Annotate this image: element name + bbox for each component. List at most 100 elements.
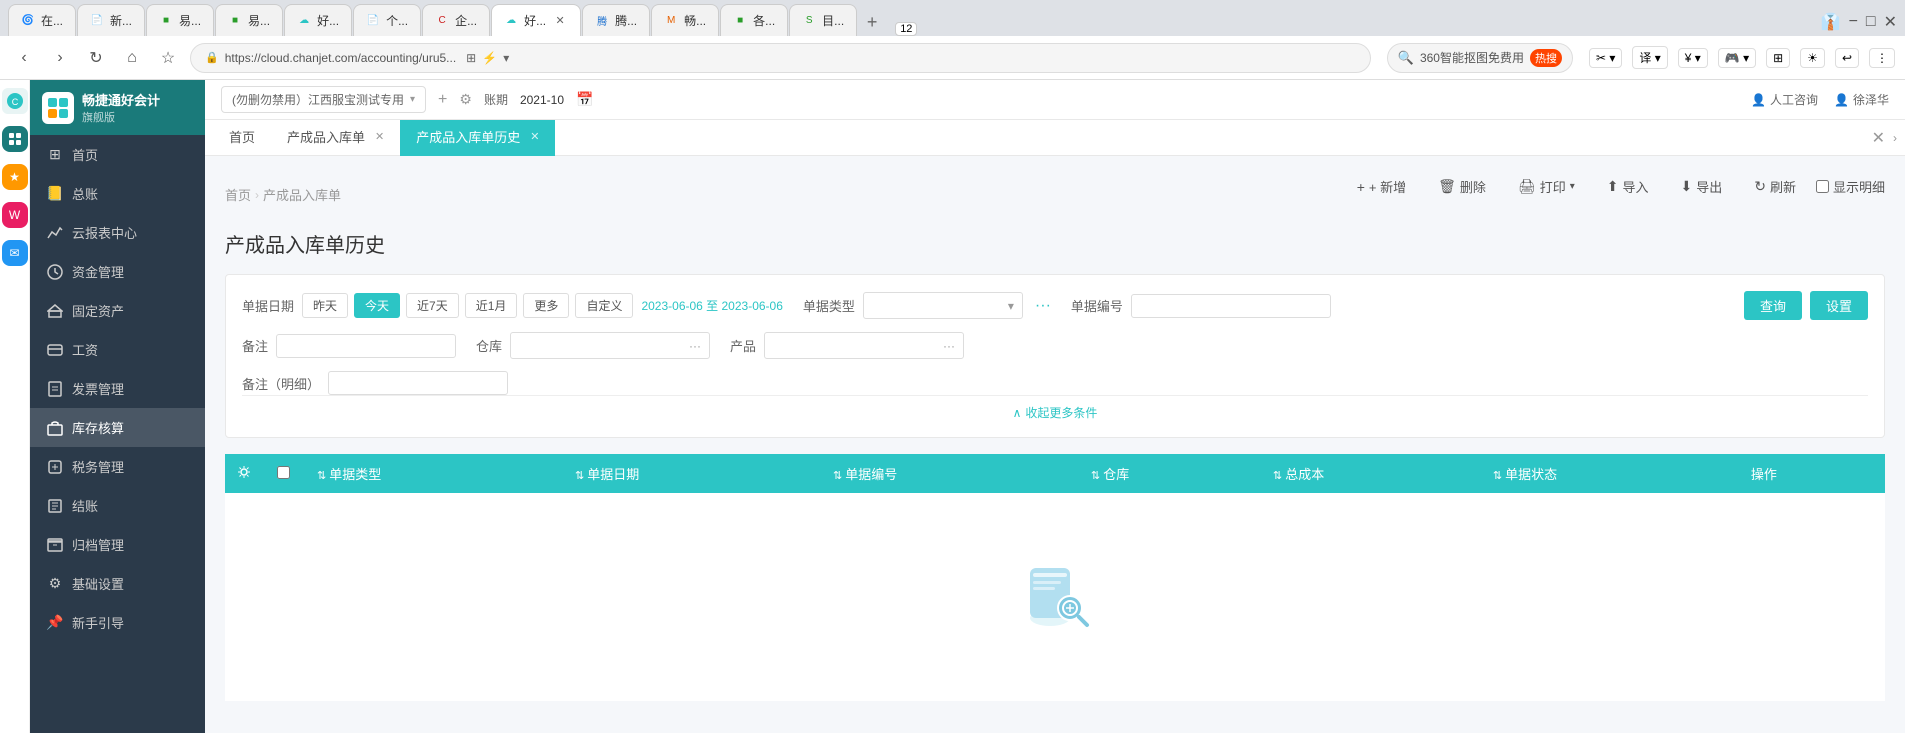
maximize-icon[interactable]: □ bbox=[1866, 13, 1876, 31]
browser-tab-2[interactable]: 📄 新... bbox=[77, 4, 145, 36]
breadcrumb-home[interactable]: 首页 bbox=[225, 185, 251, 204]
sidebar-item-fund[interactable]: 资金管理 bbox=[30, 252, 205, 291]
sidebar-icon-2[interactable]: ★ bbox=[2, 164, 28, 190]
nav-brand[interactable]: 畅捷通好会计 旗舰版 bbox=[30, 80, 205, 135]
game-button[interactable]: 🎮 ▾ bbox=[1718, 48, 1756, 68]
sidebar-item-tax[interactable]: 税务管理 bbox=[30, 447, 205, 486]
settings-button[interactable]: 设置 bbox=[1810, 291, 1868, 320]
sidebar-item-settlement[interactable]: 结账 bbox=[30, 486, 205, 525]
sidebar-icon-4[interactable]: ✉ bbox=[2, 240, 28, 266]
undo-button[interactable]: ↩ bbox=[1835, 48, 1859, 68]
col-settings[interactable] bbox=[225, 454, 265, 493]
close-icon[interactable]: ✕ bbox=[1884, 12, 1897, 32]
sidebar-icon-3[interactable]: W bbox=[2, 202, 28, 228]
close-panel-chevron[interactable]: › bbox=[1893, 131, 1897, 145]
browser-tab-6[interactable]: 📄 个... bbox=[353, 4, 421, 36]
col-date[interactable]: ⇅ 单据日期 bbox=[563, 454, 821, 493]
theme-button[interactable]: ☀ bbox=[1800, 48, 1825, 68]
search-box[interactable]: 🔍 360智能抠图免费用 热搜 bbox=[1387, 43, 1573, 73]
customer-service-btn[interactable]: 👤 人工咨询 bbox=[1751, 91, 1818, 108]
bookmark-button[interactable]: ☆ bbox=[154, 44, 182, 72]
calendar-icon[interactable]: 📅 bbox=[576, 91, 593, 108]
back-button[interactable]: ‹ bbox=[10, 44, 38, 72]
sidebar-item-base-settings[interactable]: ⚙ 基础设置 bbox=[30, 564, 205, 603]
browser-tab-9[interactable]: 腾 腾... bbox=[582, 4, 650, 36]
add-button[interactable]: + + 新增 bbox=[1345, 172, 1418, 201]
scissors-button[interactable]: ✂ ▾ bbox=[1589, 48, 1622, 68]
sidebar-item-new-guide[interactable]: 📌 新手引导 bbox=[30, 603, 205, 642]
week-btn[interactable]: 近7天 bbox=[406, 293, 459, 318]
col-status[interactable]: ⇅ 单据状态 bbox=[1481, 454, 1739, 493]
sidebar-item-home[interactable]: ⊞ 首页 bbox=[30, 135, 205, 174]
sidebar-icon-1[interactable] bbox=[2, 126, 28, 152]
browser-tab-1[interactable]: 🌀 在... bbox=[8, 4, 76, 36]
import-button[interactable]: ⬆ 导入 bbox=[1595, 172, 1661, 201]
page-tab-list[interactable]: 产成品入库单 ✕ bbox=[271, 120, 400, 156]
sidebar-item-ledger[interactable]: 📒 总账 bbox=[30, 174, 205, 213]
new-tab-button[interactable]: + bbox=[858, 8, 886, 36]
browser-tab-11[interactable]: ■ 各... bbox=[720, 4, 788, 36]
col-total-cost[interactable]: ⇅ 总成本 bbox=[1261, 454, 1481, 493]
query-button[interactable]: 查询 bbox=[1744, 291, 1802, 320]
page-tab-home[interactable]: 首页 bbox=[213, 120, 271, 156]
browser-tab-3[interactable]: ■ 易... bbox=[146, 4, 214, 36]
more-button[interactable]: ⋮ bbox=[1869, 48, 1895, 68]
refresh-button[interactable]: ↻ 刷新 bbox=[1742, 172, 1808, 201]
browser-tab-8[interactable]: ☁ 好... ✕ bbox=[491, 4, 581, 36]
remark-input[interactable] bbox=[276, 334, 456, 358]
browser-tab-10[interactable]: M 畅... bbox=[651, 4, 719, 36]
sidebar-item-archive[interactable]: 归档管理 bbox=[30, 525, 205, 564]
close-all-button[interactable]: ✕ bbox=[1872, 128, 1885, 148]
page-tab-history-close[interactable]: ✕ bbox=[530, 130, 539, 143]
minimize-icon[interactable]: − bbox=[1849, 13, 1858, 31]
sidebar-item-cloud-report[interactable]: 云报表中心 bbox=[30, 213, 205, 252]
sidebar-item-invoice[interactable]: 发票管理 bbox=[30, 369, 205, 408]
delete-button[interactable]: 🗑 删除 bbox=[1426, 172, 1498, 201]
custom-btn[interactable]: 自定义 bbox=[575, 293, 633, 318]
refresh-button[interactable]: ↻ bbox=[82, 44, 110, 72]
tab-close-8[interactable]: ✕ bbox=[552, 13, 568, 29]
type-more-btn[interactable]: ··· bbox=[1035, 297, 1051, 315]
page-tab-list-close[interactable]: ✕ bbox=[375, 130, 384, 143]
product-select[interactable]: ··· bbox=[764, 332, 964, 359]
yuan-button[interactable]: ¥ ▾ bbox=[1678, 48, 1708, 68]
select-all-checkbox[interactable] bbox=[277, 466, 290, 479]
month-btn[interactable]: 近1月 bbox=[465, 293, 518, 318]
app-logo[interactable]: C bbox=[2, 88, 28, 114]
print-button[interactable]: 🖨 打印 ▾ bbox=[1506, 172, 1587, 201]
sidebar-item-inventory[interactable]: 库存核算 bbox=[30, 408, 205, 447]
browser-tab-7[interactable]: C 企... bbox=[422, 4, 490, 36]
user-avatar-btn[interactable]: 👤 徐泽华 bbox=[1834, 91, 1889, 108]
sidebar-item-payroll[interactable]: 工资 bbox=[30, 330, 205, 369]
show-columns-checkbox[interactable] bbox=[1816, 180, 1829, 193]
settings-gear-icon[interactable]: ⚙ bbox=[459, 91, 472, 108]
yesterday-btn[interactable]: 昨天 bbox=[302, 293, 348, 318]
number-input[interactable] bbox=[1131, 294, 1331, 318]
col-checkbox[interactable] bbox=[265, 454, 305, 493]
browser-tab-12[interactable]: S 目... bbox=[789, 4, 857, 36]
browser-tab-4[interactable]: ■ 易... bbox=[215, 4, 283, 36]
show-columns-toggle[interactable]: 显示明细 bbox=[1816, 177, 1885, 196]
translate-button[interactable]: 译 ▾ bbox=[1632, 46, 1667, 69]
detail-remark-input[interactable] bbox=[328, 371, 508, 395]
company-selector[interactable]: (勿删勿禁用）江西服宝测试专用 ▾ bbox=[221, 86, 426, 113]
page-tab-history[interactable]: 产成品入库单历史 ✕ bbox=[400, 120, 555, 156]
col-number[interactable]: ⇅ 单据编号 bbox=[821, 454, 1079, 493]
type-select[interactable]: ▾ bbox=[863, 292, 1023, 319]
add-button[interactable]: + bbox=[438, 91, 447, 109]
export-button[interactable]: ⬇ 导出 bbox=[1668, 172, 1734, 201]
grid-button[interactable]: ⊞ bbox=[1766, 48, 1790, 68]
col-type[interactable]: ⇅ 单据类型 bbox=[305, 454, 563, 493]
chevron-down-icon[interactable]: ▾ bbox=[503, 51, 509, 65]
breadcrumb-list[interactable]: 产成品入库单 bbox=[263, 185, 341, 204]
today-btn[interactable]: 今天 bbox=[354, 293, 400, 318]
more-btn[interactable]: 更多 bbox=[523, 293, 569, 318]
forward-button[interactable]: › bbox=[46, 44, 74, 72]
home-button[interactable]: ⌂ bbox=[118, 44, 146, 72]
address-input[interactable]: 🔒 https://cloud.chanjet.com/accounting/u… bbox=[190, 43, 1371, 73]
warehouse-select[interactable]: ··· bbox=[510, 332, 710, 359]
collapse-row[interactable]: ∧ 收起更多条件 bbox=[242, 395, 1868, 421]
browser-tab-5[interactable]: ☁ 好... bbox=[284, 4, 352, 36]
sidebar-item-fixed-assets[interactable]: 固定资产 bbox=[30, 291, 205, 330]
col-warehouse[interactable]: ⇅ 仓库 bbox=[1079, 454, 1261, 493]
